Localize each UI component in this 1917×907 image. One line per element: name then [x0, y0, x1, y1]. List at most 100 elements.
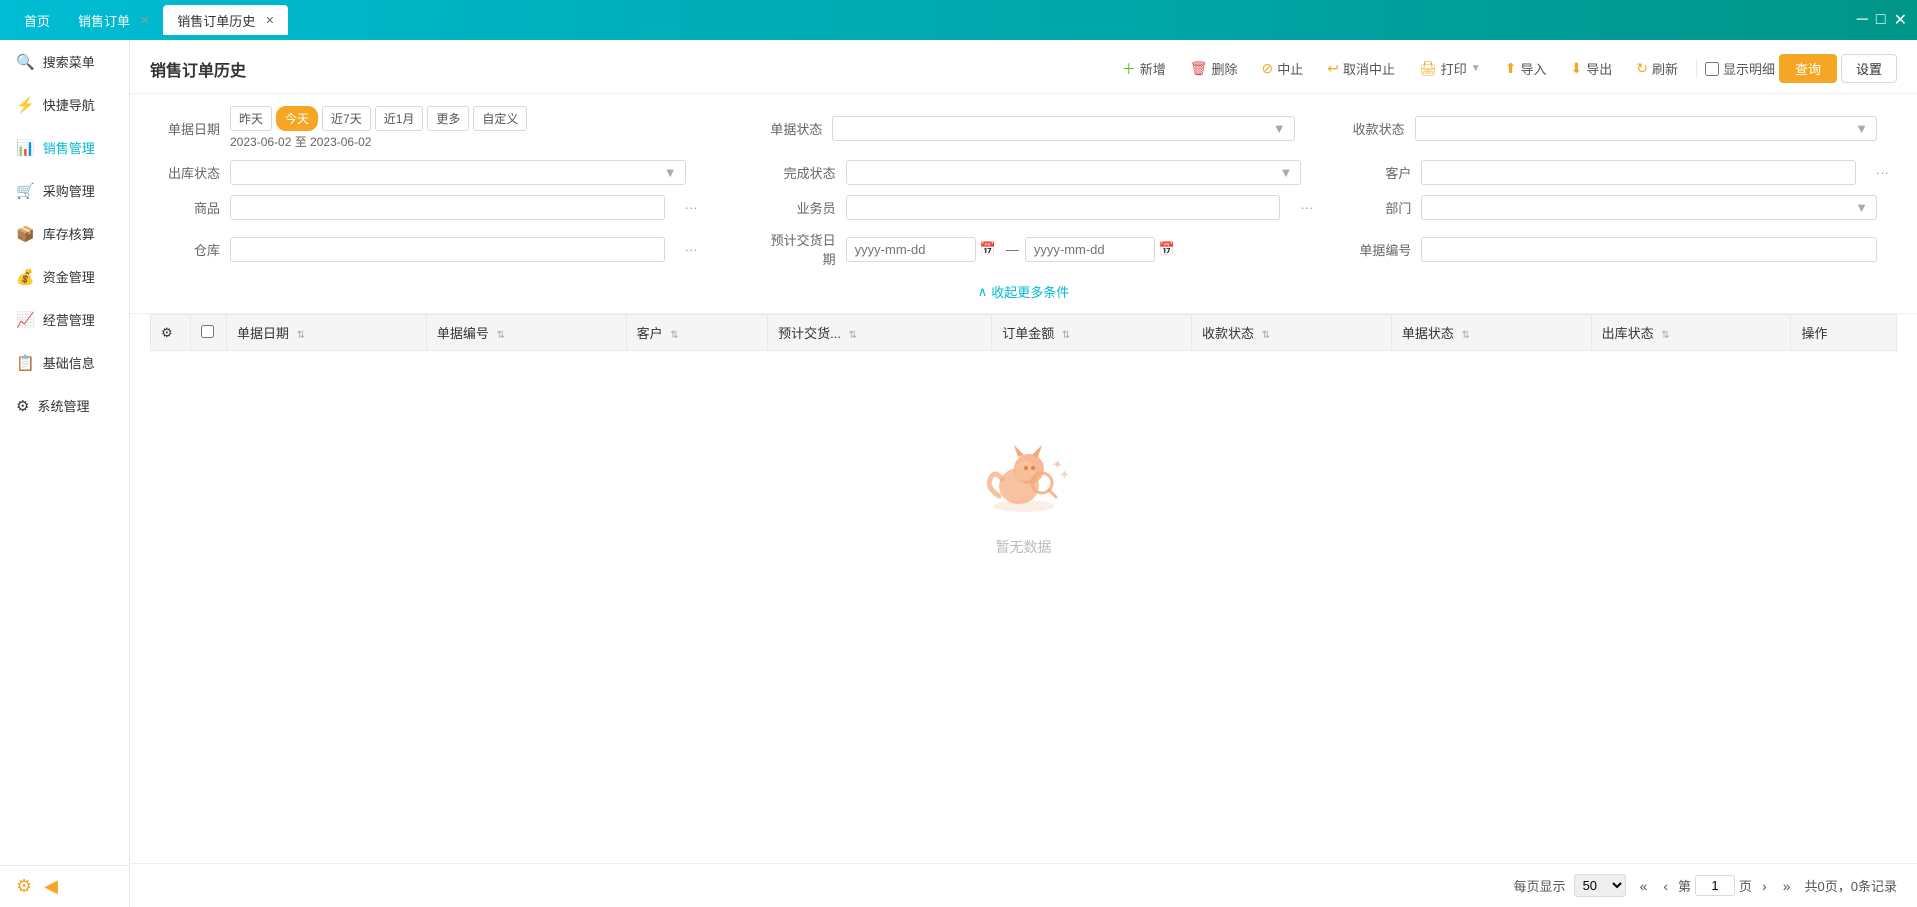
sidebar-item-basicinfo-label: 基础信息 — [43, 353, 95, 372]
table-header-row: ⚙ 单据日期 ⇅ 单据编号 ⇅ 客户 ⇅ — [151, 315, 1897, 351]
sales-icon: 📊 — [16, 139, 35, 157]
completion-status-select[interactable]: ▼ — [846, 160, 1302, 185]
date-btn-1month[interactable]: 近1月 — [375, 106, 424, 131]
order-status-dropdown-icon: ▼ — [1273, 121, 1286, 136]
date-btn-today[interactable]: 今天 — [276, 106, 318, 131]
th-settings[interactable]: ⚙ — [151, 315, 191, 351]
first-page-button[interactable]: « — [1634, 876, 1654, 896]
print-button[interactable]: 🖨 打印 ▼ — [1409, 55, 1491, 82]
page-number-input[interactable] — [1695, 875, 1735, 896]
tab-sales-order-close[interactable]: ✕ — [140, 14, 149, 27]
product-input[interactable] — [230, 195, 665, 220]
new-icon: ＋ — [1122, 59, 1136, 79]
basicinfo-icon: 📋 — [16, 354, 35, 372]
sidebar-item-search[interactable]: 🔍 搜索菜单 — [0, 40, 129, 83]
import-button[interactable]: ⬆ 导入 — [1495, 55, 1557, 82]
date-btn-custom[interactable]: 自定义 — [473, 106, 527, 131]
tab-sales-order-history-close[interactable]: ✕ — [265, 14, 274, 27]
salesperson-input[interactable] — [846, 195, 1281, 220]
tab-home[interactable]: 首页 — [10, 5, 64, 35]
query-button[interactable]: 查询 — [1779, 54, 1837, 83]
sidebar-item-inventory[interactable]: 📦 库存核算 — [0, 212, 129, 255]
prev-page-button[interactable]: ‹ — [1657, 876, 1674, 896]
minimize-button[interactable]: ─ — [1857, 11, 1868, 29]
date-btn-more[interactable]: 更多 — [427, 106, 469, 131]
warehouse-input[interactable] — [230, 237, 665, 262]
th-order-status[interactable]: 单据状态 ⇅ — [1391, 315, 1591, 351]
tab-sales-order[interactable]: 销售订单 ✕ — [64, 5, 163, 35]
th-order-no[interactable]: 单据编号 ⇅ — [426, 315, 626, 351]
th-receipt-status-sort-icon: ⇅ — [1262, 330, 1270, 341]
new-button[interactable]: ＋ 新增 — [1112, 55, 1176, 83]
th-delivery-label: 预计交货... — [778, 326, 841, 341]
th-receipt-status[interactable]: 收款状态 ⇅ — [1192, 315, 1392, 351]
sidebar-item-search-label: 搜索菜单 — [43, 52, 95, 71]
sidebar-item-operations[interactable]: 📈 经营管理 — [0, 298, 129, 341]
date-btn-yesterday[interactable]: 昨天 — [230, 106, 272, 131]
table-header: ⚙ 单据日期 ⇅ 单据编号 ⇅ 客户 ⇅ — [151, 315, 1897, 351]
refresh-icon: ↻ — [1636, 60, 1648, 77]
window-controls: ─ □ ✕ — [1857, 10, 1907, 30]
date-range-text: 2023-06-02 至 2023-06-02 — [230, 133, 531, 150]
delete-button[interactable]: 🗑 删除 — [1180, 55, 1248, 82]
th-customer[interactable]: 客户 ⇅ — [626, 315, 767, 351]
warehouse-ellipsis[interactable]: ··· — [685, 242, 698, 257]
receipt-status-select[interactable]: ▼ — [1415, 116, 1877, 141]
th-date[interactable]: 单据日期 ⇅ — [227, 315, 427, 351]
collapse-row: ∧ 收起更多条件 — [150, 278, 1897, 301]
order-no-input[interactable] — [1421, 237, 1877, 262]
cancel-stop-button[interactable]: ↩ 取消中止 — [1317, 55, 1405, 82]
finance-icon: 💰 — [16, 268, 35, 286]
customer-label: 客户 — [1341, 163, 1421, 182]
delivery-date-to-icon[interactable]: 📅 — [1159, 241, 1175, 257]
sidebar-item-basicinfo[interactable]: 📋 基础信息 — [0, 341, 129, 384]
delete-icon: 🗑 — [1190, 60, 1208, 77]
th-amount[interactable]: 订单金额 ⇅ — [992, 315, 1192, 351]
export-button[interactable]: ⬇ 导出 — [1560, 55, 1622, 82]
collapse-button[interactable]: ∧ 收起更多条件 — [978, 282, 1070, 301]
select-all-checkbox[interactable] — [201, 325, 214, 338]
product-ellipsis[interactable]: ··· — [685, 200, 698, 215]
collapse-sidebar-icon[interactable]: ◀ — [44, 876, 58, 897]
setting-button[interactable]: 设置 — [1841, 54, 1897, 83]
outbound-status-select[interactable]: ▼ — [230, 160, 686, 185]
next-page-button[interactable]: › — [1756, 876, 1773, 896]
empty-illustration: ✦ ✦ — [974, 431, 1074, 521]
sidebar-item-system-label: 系统管理 — [37, 396, 89, 415]
tab-sales-order-history[interactable]: 销售订单历史 ✕ — [163, 5, 288, 35]
sidebar-item-purchase[interactable]: 🛒 采购管理 — [0, 169, 129, 212]
date-btn-7days[interactable]: 近7天 — [322, 106, 371, 131]
tab-sales-order-label: 销售订单 — [78, 11, 130, 30]
sidebar-item-system[interactable]: ⚙ 系统管理 — [0, 384, 129, 427]
filter-area: 单据日期 昨天 今天 近7天 近1月 更多 自定义 2023-06-02 至 2… — [130, 94, 1917, 314]
th-check[interactable] — [191, 315, 227, 351]
display-detail-checkbox[interactable] — [1705, 62, 1719, 76]
customer-input[interactable] — [1421, 160, 1856, 185]
th-outbound-status[interactable]: 出库状态 ⇅ — [1591, 315, 1791, 351]
th-delivery[interactable]: 预计交货... ⇅ — [768, 315, 992, 351]
top-bar: 首页 销售订单 ✕ 销售订单历史 ✕ ─ □ ✕ — [0, 0, 1917, 40]
settings-bottom-icon[interactable]: ⚙ — [16, 876, 32, 897]
th-actions-label: 操作 — [1801, 326, 1827, 341]
inventory-icon: 📦 — [16, 225, 35, 243]
maximize-button[interactable]: □ — [1876, 11, 1886, 29]
delivery-date-from-icon[interactable]: 📅 — [980, 241, 996, 257]
department-select[interactable]: ▼ — [1421, 195, 1877, 220]
display-detail-text: 显示明细 — [1723, 59, 1775, 78]
sidebar-item-quicknav[interactable]: ⚡ 快捷导航 — [0, 83, 129, 126]
delivery-date-to[interactable] — [1025, 237, 1155, 262]
page-size-select[interactable]: 50 10 20 100 — [1574, 874, 1626, 897]
sidebar-item-inventory-label: 库存核算 — [43, 224, 95, 243]
sidebar-item-finance[interactable]: 💰 资金管理 — [0, 255, 129, 298]
order-status-select[interactable]: ▼ — [832, 116, 1294, 141]
salesperson-ellipsis[interactable]: ··· — [1300, 200, 1313, 215]
refresh-button[interactable]: ↻ 刷新 — [1626, 55, 1688, 82]
cancel-stop-label: 取消中止 — [1343, 59, 1395, 78]
stop-button[interactable]: ⊘ 中止 — [1252, 55, 1314, 82]
customer-ellipsis[interactable]: ··· — [1876, 165, 1889, 180]
delivery-date-from[interactable] — [846, 237, 976, 262]
last-page-button[interactable]: » — [1777, 876, 1797, 896]
completion-status-label: 完成状态 — [766, 163, 846, 182]
sidebar-item-sales[interactable]: 📊 销售管理 — [0, 126, 129, 169]
close-button[interactable]: ✕ — [1894, 10, 1907, 30]
